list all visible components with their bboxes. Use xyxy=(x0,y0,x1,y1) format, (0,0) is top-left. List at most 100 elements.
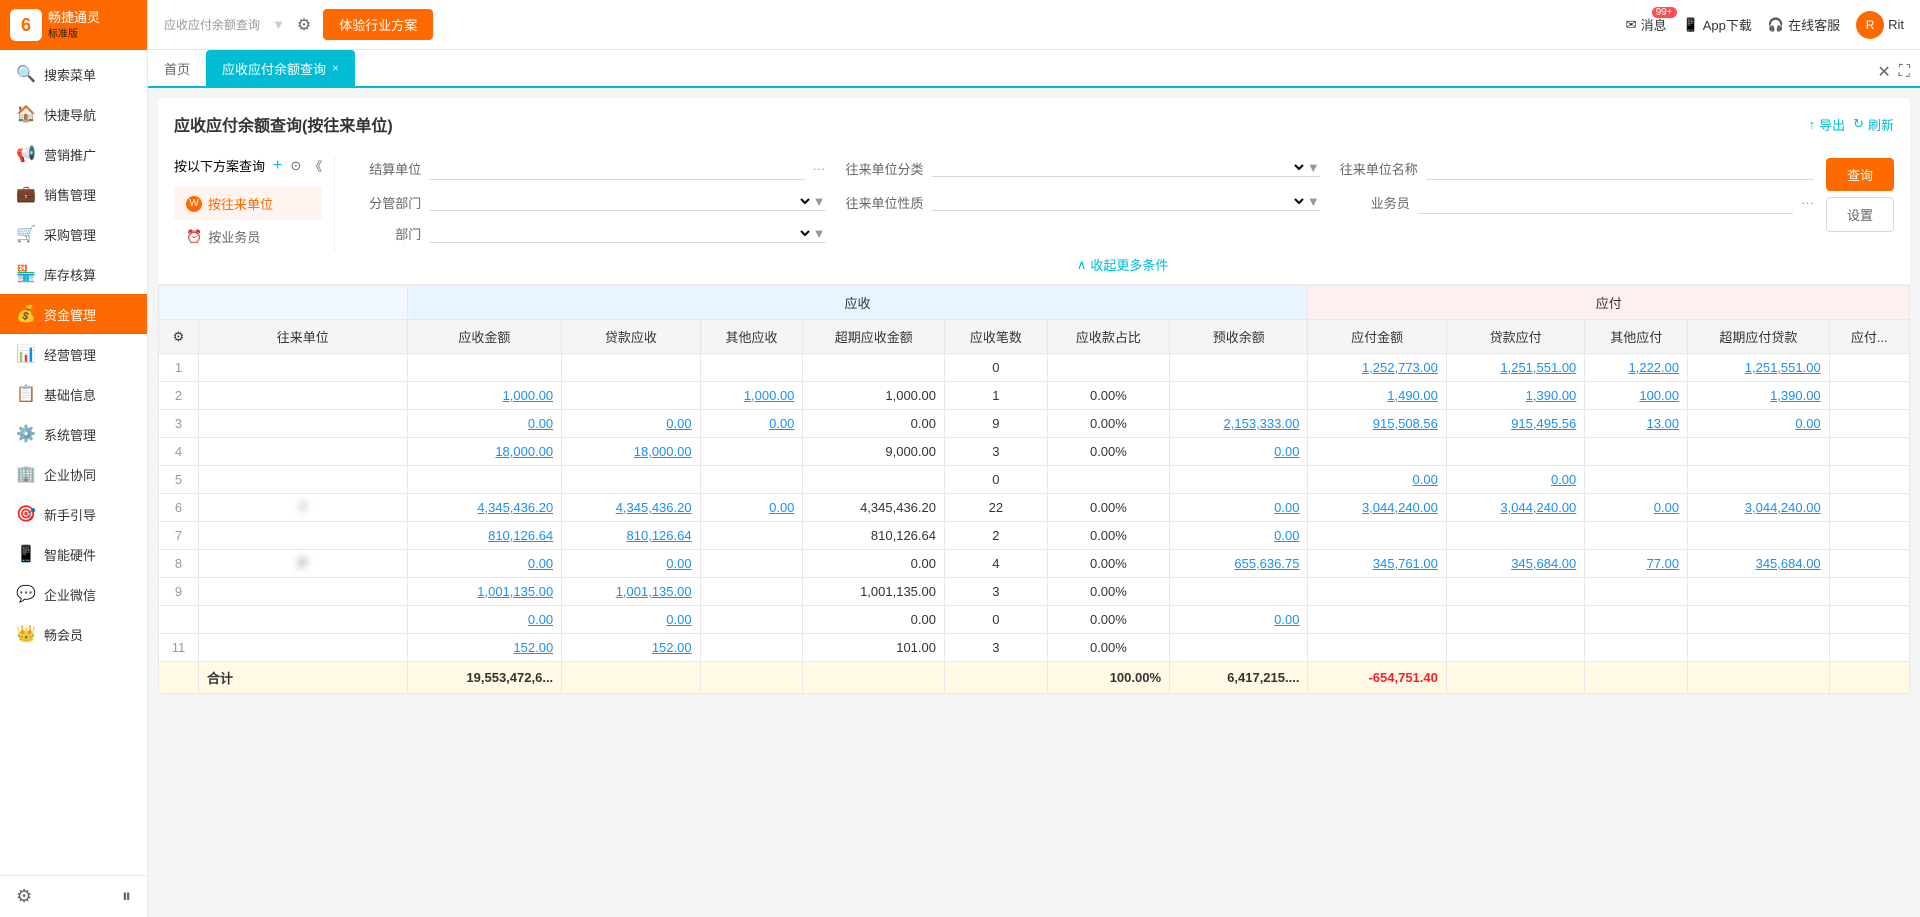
tab-expand-icon[interactable]: ⛶ xyxy=(1899,63,1910,81)
wanglai-type-select[interactable] xyxy=(932,159,1307,176)
online-service-btn[interactable]: 🎧 在线客服 xyxy=(1768,15,1840,34)
cell-other-ar[interactable] xyxy=(700,466,803,494)
yewuyuan-input[interactable] xyxy=(1418,190,1793,214)
cell-ar-amount[interactable]: 1,000.00 xyxy=(407,382,562,410)
search-scheme-icon1[interactable]: ⊙ xyxy=(290,158,301,174)
jiesuan-input[interactable] xyxy=(429,156,804,180)
table-settings-icon[interactable]: ⚙ xyxy=(173,329,185,344)
cell-ar-amount[interactable]: 1,001,135.00 xyxy=(407,578,562,606)
cell-loan-ar[interactable]: 0.00 xyxy=(562,550,700,578)
cell-loan-ar[interactable]: 810,126.64 xyxy=(562,522,700,550)
cell-loan-ar[interactable]: 1,001,135.00 xyxy=(562,578,700,606)
header-settings-icon[interactable]: ⚙ xyxy=(297,15,311,35)
cell-other-ar[interactable] xyxy=(700,438,803,466)
search-by-unit-btn[interactable]: W 按往来单位 xyxy=(174,187,322,220)
cell-prepay[interactable] xyxy=(1170,578,1308,606)
query-btn[interactable]: 查询 xyxy=(1826,158,1894,191)
cell-ar-amount[interactable]: 810,126.64 xyxy=(407,522,562,550)
cell-overdue-ap[interactable]: 1,390.00 xyxy=(1688,382,1830,410)
cell-loan-ap[interactable] xyxy=(1446,606,1584,634)
yewuyuan-dots[interactable]: ··· xyxy=(1801,195,1814,210)
cell-loan-ap[interactable]: 3,044,240.00 xyxy=(1446,494,1584,522)
cell-overdue-ap[interactable] xyxy=(1688,606,1830,634)
cell-other-ap[interactable] xyxy=(1585,578,1688,606)
cell-overdue-ap[interactable]: 345,684.00 xyxy=(1688,550,1830,578)
jiesuan-dots[interactable]: ··· xyxy=(813,161,826,176)
cell-ar-amount[interactable]: 0.00 xyxy=(407,410,562,438)
cell-other-ar[interactable]: 0.00 xyxy=(700,410,803,438)
sidebar-item-warehouse[interactable]: 🏪 库存核算 xyxy=(0,254,147,294)
wanglai-name-input[interactable] xyxy=(1426,156,1814,180)
cell-prepay[interactable] xyxy=(1170,634,1308,662)
cell-prepay[interactable]: 2,153,333.00 xyxy=(1170,410,1308,438)
cell-overdue-ap[interactable] xyxy=(1688,438,1830,466)
cell-other-ap[interactable] xyxy=(1585,522,1688,550)
cell-loan-ar[interactable] xyxy=(562,354,700,382)
cell-other-ar[interactable] xyxy=(700,550,803,578)
search-by-staff-btn[interactable]: ⏰ 按业务员 xyxy=(174,220,322,253)
cell-other-ap[interactable]: 77.00 xyxy=(1585,550,1688,578)
cell-ar-amount[interactable]: 152.00 xyxy=(407,634,562,662)
cell-other-ap[interactable] xyxy=(1585,606,1688,634)
cell-ap-amount[interactable]: 1,252,773.00 xyxy=(1308,354,1446,382)
cell-ap-amount[interactable]: 0.00 xyxy=(1308,466,1446,494)
cell-loan-ap[interactable]: 1,251,551.00 xyxy=(1446,354,1584,382)
cell-other-ap[interactable] xyxy=(1585,466,1688,494)
wanglai-nature-select[interactable] xyxy=(932,193,1307,210)
cell-ar-amount[interactable]: 18,000.00 xyxy=(407,438,562,466)
cell-prepay[interactable] xyxy=(1170,466,1308,494)
export-btn[interactable]: ↑ 导出 xyxy=(1809,115,1846,134)
cell-overdue-ap[interactable]: 1,251,551.00 xyxy=(1688,354,1830,382)
cell-other-ap[interactable]: 13.00 xyxy=(1585,410,1688,438)
cell-loan-ar[interactable] xyxy=(562,466,700,494)
cell-other-ap[interactable]: 1,222.00 xyxy=(1585,354,1688,382)
settings-btn[interactable]: 设置 xyxy=(1826,197,1894,232)
user-avatar[interactable]: R Rit xyxy=(1856,11,1904,39)
cell-ar-amount[interactable] xyxy=(407,466,562,494)
sidebar-item-basic[interactable]: 📋 基础信息 xyxy=(0,374,147,414)
cell-loan-ap[interactable]: 345,684.00 xyxy=(1446,550,1584,578)
cell-other-ar[interactable] xyxy=(700,578,803,606)
cell-ap-amount[interactable]: 915,508.56 xyxy=(1308,410,1446,438)
fenguan-select[interactable] xyxy=(429,193,812,210)
cell-prepay[interactable]: 0.00 xyxy=(1170,494,1308,522)
cell-other-ap[interactable] xyxy=(1585,438,1688,466)
tab-close-icon[interactable]: × xyxy=(332,61,339,75)
refresh-btn[interactable]: ↻ 刷新 xyxy=(1853,115,1894,134)
cell-overdue-ap[interactable] xyxy=(1688,634,1830,662)
cell-prepay[interactable]: 655,636.75 xyxy=(1170,550,1308,578)
cell-prepay[interactable]: 0.00 xyxy=(1170,438,1308,466)
sidebar-item-quick-nav[interactable]: 🏠 快捷导航 xyxy=(0,94,147,134)
cell-loan-ap[interactable] xyxy=(1446,438,1584,466)
bumen-select[interactable] xyxy=(429,225,812,242)
cell-prepay[interactable] xyxy=(1170,382,1308,410)
tab-close-window-icon[interactable]: ✕ xyxy=(1877,62,1890,82)
cell-loan-ar[interactable]: 18,000.00 xyxy=(562,438,700,466)
cell-overdue-ap[interactable] xyxy=(1688,522,1830,550)
sidebar-item-sales[interactable]: 💼 销售管理 xyxy=(0,174,147,214)
cell-other-ar[interactable]: 0.00 xyxy=(700,494,803,522)
cell-ar-amount[interactable]: 4,345,436.20 xyxy=(407,494,562,522)
sidebar-item-operation[interactable]: 📊 经营管理 xyxy=(0,334,147,374)
cell-other-ar[interactable] xyxy=(700,634,803,662)
th-settings-col[interactable]: ⚙ xyxy=(159,320,199,354)
cell-loan-ar[interactable] xyxy=(562,382,700,410)
cell-loan-ar[interactable]: 152.00 xyxy=(562,634,700,662)
sidebar-item-marketing[interactable]: 📢 营销推广 xyxy=(0,134,147,174)
cell-overdue-ap[interactable]: 3,044,240.00 xyxy=(1688,494,1830,522)
cell-prepay[interactable]: 0.00 xyxy=(1170,606,1308,634)
cell-ap-amount[interactable]: 1,490.00 xyxy=(1308,382,1446,410)
tab-home[interactable]: 首页 xyxy=(148,50,206,86)
cell-overdue-ap[interactable] xyxy=(1688,578,1830,606)
cell-ap-amount[interactable] xyxy=(1308,606,1446,634)
cell-ap-amount[interactable] xyxy=(1308,522,1446,550)
cell-overdue-ap[interactable] xyxy=(1688,466,1830,494)
cell-loan-ap[interactable]: 915,495.56 xyxy=(1446,410,1584,438)
cell-ap-amount[interactable]: 345,761.00 xyxy=(1308,550,1446,578)
cell-loan-ar[interactable]: 0.00 xyxy=(562,606,700,634)
cell-other-ar[interactable] xyxy=(700,522,803,550)
cell-ap-amount[interactable] xyxy=(1308,578,1446,606)
cell-loan-ap[interactable] xyxy=(1446,522,1584,550)
sidebar-item-wechat[interactable]: 💬 企业微信 xyxy=(0,574,147,614)
cell-loan-ap[interactable]: 1,390.00 xyxy=(1446,382,1584,410)
